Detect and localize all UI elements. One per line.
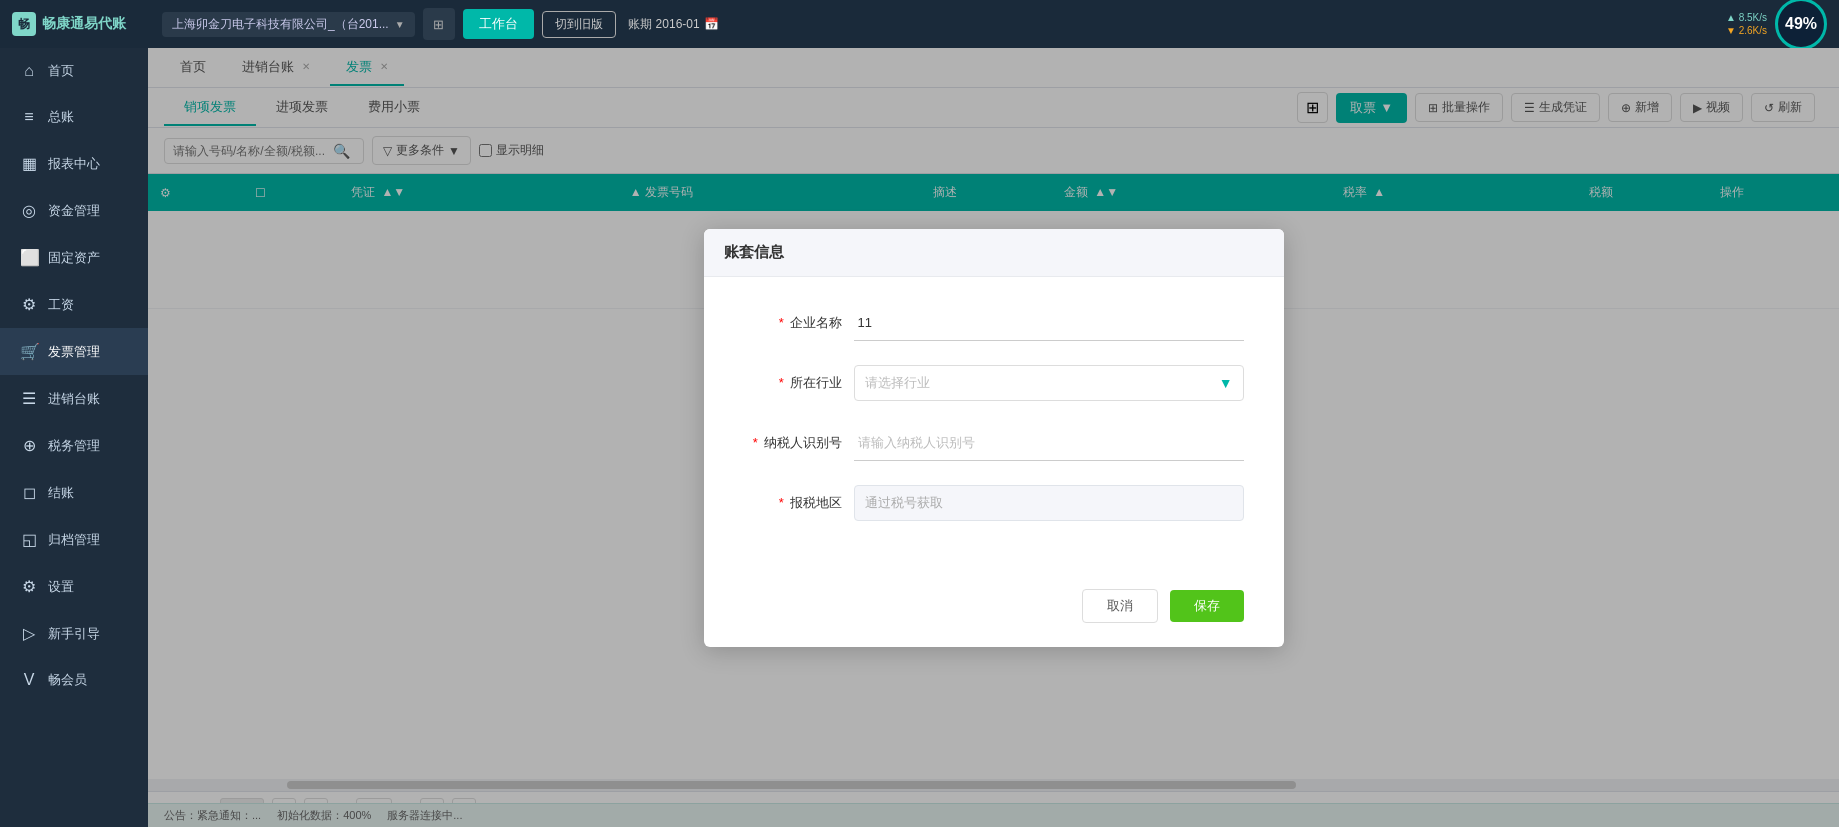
sidebar-item-purchase[interactable]: ☰ 进销台账 — [0, 375, 148, 422]
sidebar-label-ledger: 总账 — [48, 108, 74, 126]
industry-required: * — [779, 375, 784, 390]
speed-indicator: 49% — [1775, 0, 1827, 50]
tax-region-required: * — [779, 495, 784, 510]
assets-icon: ⬜ — [20, 248, 38, 267]
purchase-icon: ☰ — [20, 389, 38, 408]
sidebar-label-checkout: 结账 — [48, 484, 74, 502]
sidebar-item-tax[interactable]: ⊕ 税务管理 — [0, 422, 148, 469]
sidebar-label-guide: 新手引导 — [48, 625, 100, 643]
form-row-industry: * 所在行业 请选择行业 ▼ — [744, 365, 1244, 401]
sidebar-item-finance[interactable]: ◎ 资金管理 — [0, 187, 148, 234]
switch-old-button[interactable]: 切到旧版 — [542, 11, 616, 38]
period-info: 账期 2016-01 📅 — [628, 16, 719, 33]
save-button[interactable]: 保存 — [1170, 590, 1244, 622]
modal-overlay: 账套信息 * 企业名称 * 所在行业 请选择行业 ▼ — [148, 48, 1839, 827]
sidebar-item-member[interactable]: V 畅会员 — [0, 657, 148, 703]
form-row-company: * 企业名称 — [744, 305, 1244, 341]
industry-select[interactable]: 请选择行业 ▼ — [854, 365, 1244, 401]
sidebar-item-report[interactable]: ▦ 报表中心 — [0, 140, 148, 187]
sidebar-label-assets: 固定资产 — [48, 249, 100, 267]
settings-icon: ⚙ — [20, 577, 38, 596]
form-row-tax-id: * 纳税人识别号 — [744, 425, 1244, 461]
sidebar-label-tax: 税务管理 — [48, 437, 100, 455]
tax-region-placeholder: 通过税号获取 — [865, 494, 943, 512]
tax-region-field: 通过税号获取 — [854, 485, 1244, 521]
tax-id-label: * 纳税人识别号 — [744, 434, 854, 452]
industry-placeholder: 请选择行业 — [865, 374, 930, 392]
sidebar-item-salary[interactable]: ⚙ 工资 — [0, 281, 148, 328]
dialog-footer: 取消 保存 — [704, 573, 1284, 647]
sidebar-item-settings[interactable]: ⚙ 设置 — [0, 563, 148, 610]
ledger-icon: ≡ — [20, 108, 38, 126]
checkout-icon: ◻ — [20, 483, 38, 502]
cancel-button[interactable]: 取消 — [1082, 589, 1158, 623]
member-icon: V — [20, 671, 38, 689]
tax-id-required: * — [753, 435, 758, 450]
dialog-header: 账套信息 — [704, 229, 1284, 277]
sidebar-label-invoice: 发票管理 — [48, 343, 100, 361]
logo-icon: 畅 — [12, 12, 36, 36]
sidebar-item-ledger[interactable]: ≡ 总账 — [0, 94, 148, 140]
sidebar-item-guide[interactable]: ▷ 新手引导 — [0, 610, 148, 657]
sidebar-label-archive: 归档管理 — [48, 531, 100, 549]
dialog-title: 账套信息 — [724, 243, 784, 260]
sidebar-label-purchase: 进销台账 — [48, 390, 100, 408]
company-name: 上海卯金刀电子科技有限公司_（台201... — [172, 16, 389, 33]
sidebar-label-home: 首页 — [48, 62, 74, 80]
sidebar-item-assets[interactable]: ⬜ 固定资产 — [0, 234, 148, 281]
tax-icon: ⊕ — [20, 436, 38, 455]
speed-up: ▲ 8.5K/s — [1726, 12, 1767, 23]
period-label: 账期 — [628, 16, 652, 33]
period-value: 2016-01 — [656, 17, 700, 31]
sidebar-label-salary: 工资 — [48, 296, 74, 314]
salary-icon: ⚙ — [20, 295, 38, 314]
topbar-right: ▲ 8.5K/s ▼ 2.6K/s 49% — [1726, 0, 1827, 50]
sidebar-label-report: 报表中心 — [48, 155, 100, 173]
speed-vals: ▲ 8.5K/s ▼ 2.6K/s — [1726, 12, 1767, 36]
sidebar-label-settings: 设置 — [48, 578, 74, 596]
calendar-icon[interactable]: 📅 — [704, 17, 719, 31]
company-name-label: * 企业名称 — [744, 314, 854, 332]
sidebar-item-archive[interactable]: ◱ 归档管理 — [0, 516, 148, 563]
app-logo: 畅 畅康通易代账 — [12, 12, 152, 36]
sidebar-item-home[interactable]: ⌂ 首页 — [0, 48, 148, 94]
report-icon: ▦ — [20, 154, 38, 173]
speed-down: ▼ 2.6K/s — [1726, 25, 1767, 36]
home-icon: ⌂ — [20, 62, 38, 80]
tax-id-field[interactable] — [854, 425, 1244, 461]
topbar: 畅 畅康通易代账 上海卯金刀电子科技有限公司_（台201... ▼ ⊞ 工作台 … — [0, 0, 1839, 48]
sidebar: ⌂ 首页 ≡ 总账 ▦ 报表中心 ◎ 资金管理 ⬜ 固定资产 ⚙ 工资 🛒 发票… — [0, 48, 148, 827]
workbench-button[interactable]: 工作台 — [463, 9, 534, 39]
form-row-tax-region: * 报税地区 通过税号获取 — [744, 485, 1244, 521]
app-name: 畅康通易代账 — [42, 15, 126, 33]
topbar-icon-btn-1[interactable]: ⊞ — [423, 8, 455, 40]
sidebar-label-finance: 资金管理 — [48, 202, 100, 220]
tax-region-label: * 报税地区 — [744, 494, 854, 512]
speed-percent: 49% — [1785, 15, 1817, 33]
company-name-field[interactable] — [854, 305, 1244, 341]
guide-icon: ▷ — [20, 624, 38, 643]
sidebar-label-member: 畅会员 — [48, 671, 87, 689]
company-selector[interactable]: 上海卯金刀电子科技有限公司_（台201... ▼ — [162, 12, 415, 37]
finance-icon: ◎ — [20, 201, 38, 220]
dialog-body: * 企业名称 * 所在行业 请选择行业 ▼ * 纳 — [704, 277, 1284, 573]
industry-label: * 所在行业 — [744, 374, 854, 392]
company-name-required: * — [779, 315, 784, 330]
archive-icon: ◱ — [20, 530, 38, 549]
industry-dropdown-icon: ▼ — [1219, 375, 1233, 391]
sidebar-item-invoice[interactable]: 🛒 发票管理 — [0, 328, 148, 375]
sidebar-item-checkout[interactable]: ◻ 结账 — [0, 469, 148, 516]
invoice-icon: 🛒 — [20, 342, 38, 361]
account-info-dialog: 账套信息 * 企业名称 * 所在行业 请选择行业 ▼ — [704, 229, 1284, 647]
company-dropdown-icon: ▼ — [395, 19, 405, 30]
